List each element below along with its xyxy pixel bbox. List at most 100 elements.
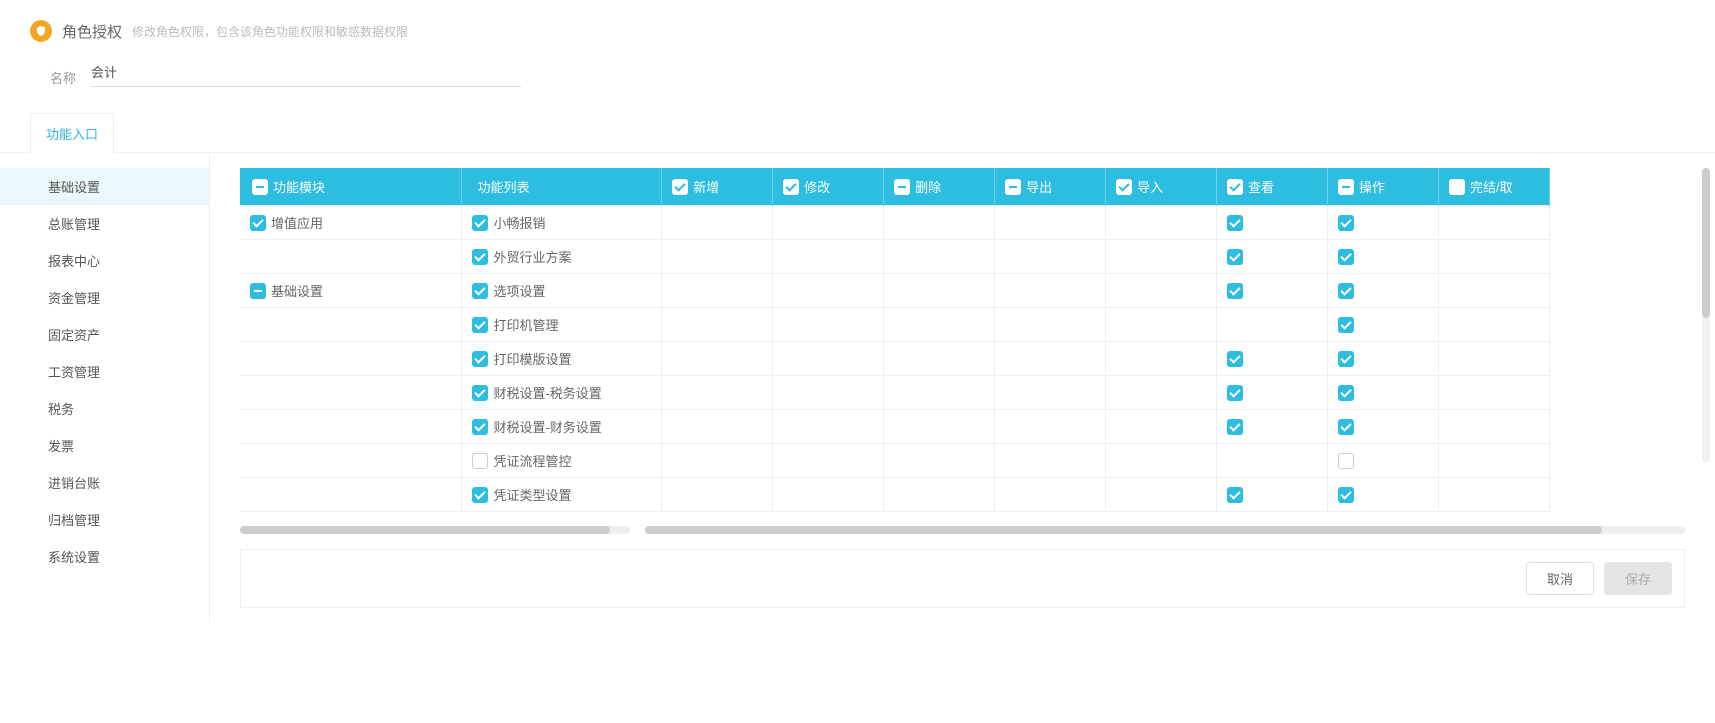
save-button[interactable]: 保存 [1604,562,1672,595]
horizontal-scrollbar-left[interactable] [240,526,630,534]
sidebar-item[interactable]: 资金管理 [0,279,209,316]
checkbox[interactable] [472,215,488,231]
sidebar: 基础设置总账管理报表中心资金管理固定资产工资管理税务发票进销台账归档管理系统设置 [0,153,210,623]
permission-cell [1217,444,1328,478]
function-cell: 凭证类型设置 [462,478,662,512]
sidebar-item[interactable]: 进销台账 [0,464,209,501]
permission-cell [1438,308,1549,342]
checkbox[interactable] [472,487,488,503]
column-label: 导入 [1137,180,1163,195]
column-header[interactable]: 完结/取 [1438,168,1549,206]
sidebar-item[interactable]: 发票 [0,427,209,464]
sidebar-item[interactable]: 归档管理 [0,501,209,538]
checkbox[interactable] [894,179,910,195]
function-cell: 选项设置 [462,274,662,308]
sidebar-item[interactable]: 报表中心 [0,242,209,279]
column-header[interactable]: 修改 [773,168,884,206]
permission-cell [1328,274,1439,308]
permission-cell [884,274,995,308]
checkbox[interactable] [1227,487,1243,503]
name-input[interactable]: 会计 [91,62,521,87]
column-header[interactable]: 操作 [1328,168,1439,206]
function-cell: 打印机管理 [462,308,662,342]
sidebar-item[interactable]: 系统设置 [0,538,209,575]
permission-cell [1438,274,1549,308]
checkbox[interactable] [1005,179,1021,195]
column-label: 完结/取 [1470,180,1513,195]
column-header[interactable]: 功能模块 [240,168,462,206]
checkbox[interactable] [1338,283,1354,299]
checkbox[interactable] [472,351,488,367]
horizontal-scrollbar-right[interactable] [645,526,1685,534]
checkbox[interactable] [672,179,688,195]
column-header[interactable]: 新增 [662,168,773,206]
column-label: 操作 [1359,180,1385,195]
checkbox[interactable] [1227,215,1243,231]
permission-cell [1438,376,1549,410]
vertical-scrollbar[interactable] [1702,168,1710,463]
permissions-table: 功能模块功能列表新增修改删除导出导入查看操作完结/取增值应用小畅报销外贸行业方案… [240,168,1550,512]
checkbox[interactable] [1338,419,1354,435]
main-area: 功能模块功能列表新增修改删除导出导入查看操作完结/取增值应用小畅报销外贸行业方案… [210,153,1715,623]
checkbox[interactable] [1227,283,1243,299]
sidebar-item[interactable]: 税务 [0,390,209,427]
checkbox[interactable] [1227,179,1243,195]
checkbox[interactable] [252,179,268,195]
sidebar-item[interactable]: 基础设置 [0,168,209,205]
checkbox[interactable] [1338,453,1354,469]
column-header[interactable]: 删除 [884,168,995,206]
sidebar-item[interactable]: 工资管理 [0,353,209,390]
permission-cell [1328,240,1439,274]
checkbox[interactable] [1338,385,1354,401]
module-cell [240,240,462,274]
checkbox[interactable] [472,419,488,435]
module-cell [240,410,462,444]
checkbox[interactable] [1338,317,1354,333]
checkbox[interactable] [1227,351,1243,367]
permission-cell [662,444,773,478]
permission-cell [1106,376,1217,410]
cancel-button[interactable]: 取消 [1526,562,1594,595]
checkbox[interactable] [1227,385,1243,401]
column-header[interactable]: 导入 [1106,168,1217,206]
checkbox[interactable] [472,249,488,265]
checkbox[interactable] [1338,179,1354,195]
permission-cell [1217,478,1328,512]
checkbox[interactable] [472,317,488,333]
column-label: 新增 [693,180,719,195]
checkbox[interactable] [1338,487,1354,503]
permission-cell [773,206,884,240]
sidebar-item[interactable]: 固定资产 [0,316,209,353]
checkbox[interactable] [783,179,799,195]
column-header[interactable]: 功能列表 [462,168,662,206]
permission-cell [662,308,773,342]
checkbox[interactable] [472,385,488,401]
permission-cell [884,444,995,478]
checkbox[interactable] [250,283,266,299]
checkbox[interactable] [250,215,266,231]
module-cell [240,342,462,376]
sidebar-item[interactable]: 总账管理 [0,205,209,242]
checkbox[interactable] [1227,249,1243,265]
permissions-table-wrap: 功能模块功能列表新增修改删除导出导入查看操作完结/取增值应用小畅报销外贸行业方案… [240,168,1715,521]
checkbox[interactable] [1227,419,1243,435]
table-row: 基础设置选项设置 [240,274,1550,308]
permission-cell [1217,342,1328,376]
checkbox[interactable] [472,283,488,299]
tab-function-entry[interactable]: 功能入口 [30,113,114,153]
permission-cell [1217,206,1328,240]
checkbox[interactable] [1338,249,1354,265]
checkbox[interactable] [472,453,488,469]
table-row: 凭证流程管控 [240,444,1550,478]
column-header[interactable]: 查看 [1217,168,1328,206]
permission-cell [1217,240,1328,274]
function-cell: 财税设置-税务设置 [462,376,662,410]
column-header[interactable]: 导出 [995,168,1106,206]
shield-icon [30,20,52,42]
checkbox[interactable] [1449,179,1465,195]
checkbox[interactable] [1116,179,1132,195]
checkbox[interactable] [1338,351,1354,367]
permission-cell [1438,240,1549,274]
checkbox[interactable] [1338,215,1354,231]
permission-cell [773,410,884,444]
